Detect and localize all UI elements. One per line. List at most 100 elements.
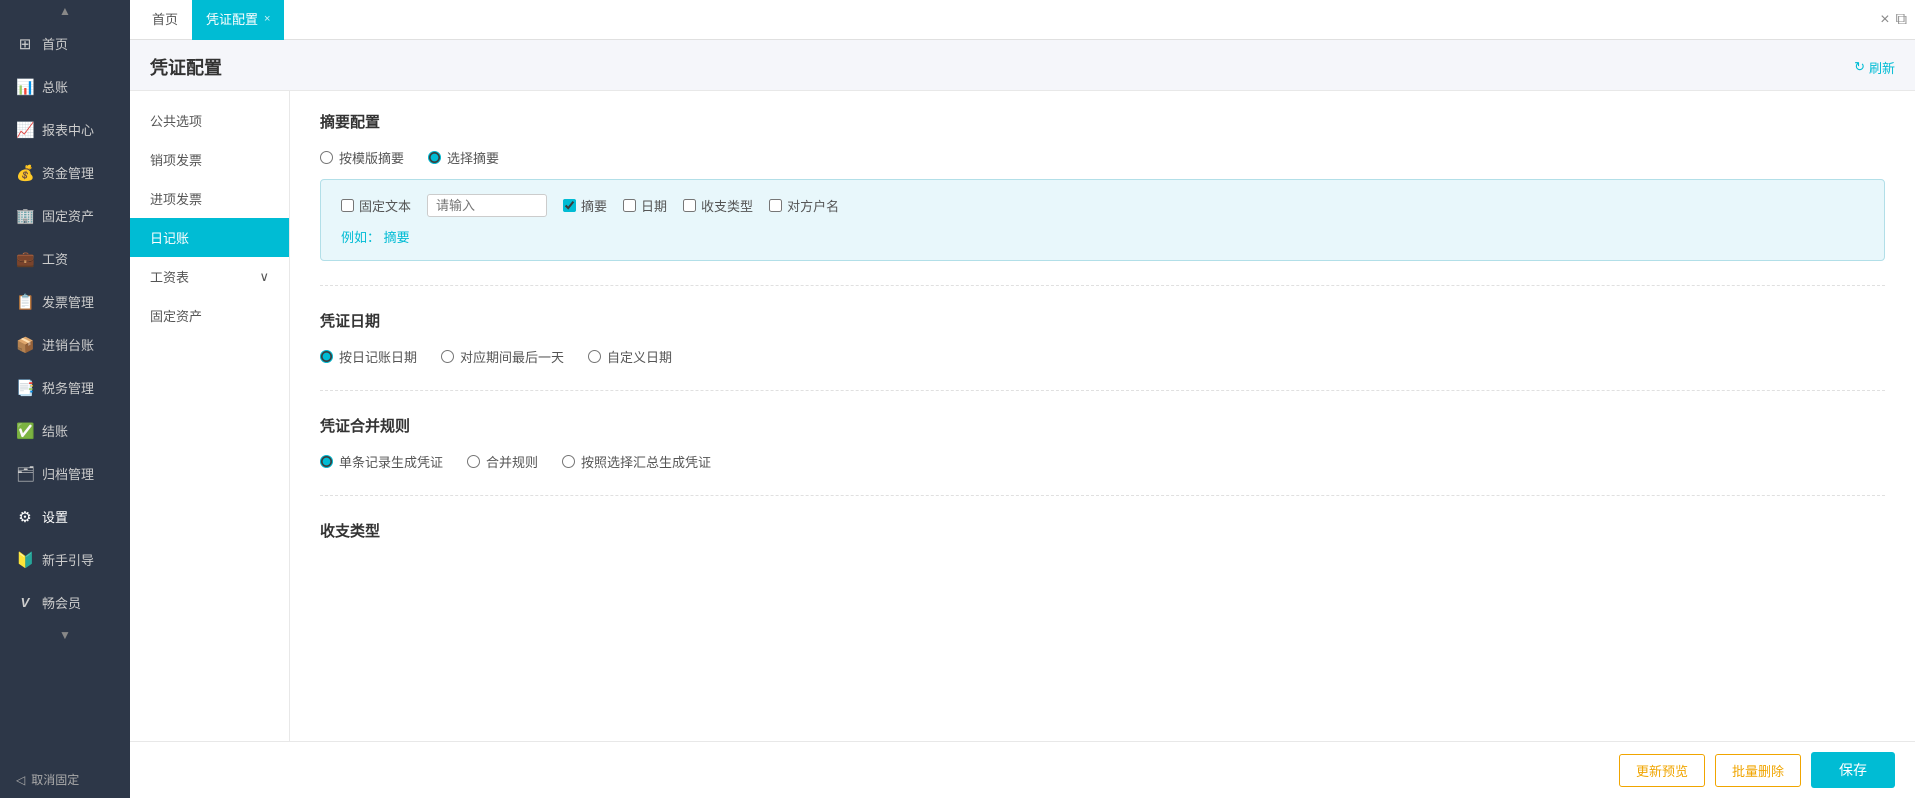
select-summary-merge-input[interactable] <box>562 455 575 468</box>
counterpart-checkbox[interactable]: 对方户名 <box>769 196 839 215</box>
tab-bar-actions: × ⧉ <box>1880 11 1907 29</box>
left-nav-label: 进项发票 <box>150 189 202 208</box>
select-summary-input[interactable] <box>428 151 441 164</box>
date-check-input[interactable] <box>623 199 636 212</box>
summary-checkboxes-row: 固定文本 摘要 日期 收支类型 <box>341 194 1864 217</box>
refresh-button[interactable]: ↻ 刷新 <box>1854 58 1895 77</box>
tab-bar: 首页 凭证配置 × × ⧉ <box>130 0 1915 40</box>
select-summary-merge-label: 按照选择汇总生成凭证 <box>581 452 711 471</box>
template-summary-input[interactable] <box>320 151 333 164</box>
income-type-checkbox[interactable]: 收支类型 <box>683 196 753 215</box>
tab-voucher-config[interactable]: 凭证配置 × <box>192 0 284 40</box>
home-icon: ⊞ <box>16 35 34 53</box>
left-nav-sales-invoice[interactable]: 销项发票 <box>130 140 289 179</box>
income-expense-section: 收支类型 <box>320 520 1885 581</box>
chart-icon: 📊 <box>16 78 34 96</box>
sidebar-scroll-down[interactable]: ▼ <box>0 624 130 646</box>
left-nav-journal[interactable]: 日记账 <box>130 218 289 257</box>
sidebar-item-reports[interactable]: 📈 报表中心 <box>0 108 130 151</box>
sidebar-item-label: 首页 <box>42 34 68 53</box>
sidebar-item-vip[interactable]: V 畅会员 <box>0 581 130 624</box>
custom-date-input[interactable] <box>588 350 601 363</box>
summary-config-box: 固定文本 摘要 日期 收支类型 <box>320 179 1885 261</box>
left-nav-public-options[interactable]: 公共选项 <box>130 101 289 140</box>
summary-checkbox[interactable]: 摘要 <box>563 196 607 215</box>
fixed-text-input[interactable] <box>341 199 354 212</box>
right-content: 摘要配置 按模版摘要 选择摘要 固定文本 <box>290 91 1915 741</box>
tab-home[interactable]: 首页 <box>138 0 192 40</box>
left-nav-label: 公共选项 <box>150 111 202 130</box>
by-journal-date-input[interactable] <box>320 350 333 363</box>
income-type-label: 收支类型 <box>701 196 753 215</box>
content-area: 公共选项 销项发票 进项发票 日记账 工资表 ∨ 固定资产 摘要配置 <box>130 91 1915 741</box>
batch-delete-button[interactable]: 批量删除 <box>1715 754 1801 787</box>
counterpart-label: 对方户名 <box>787 196 839 215</box>
summary-check-input[interactable] <box>563 199 576 212</box>
voucher-date-radio-group: 按日记账日期 对应期间最后一天 自定义日期 <box>320 347 1885 366</box>
left-nav-label: 固定资产 <box>150 306 202 325</box>
sidebar-scroll-up[interactable]: ▲ <box>0 0 130 22</box>
date-checkbox[interactable]: 日期 <box>623 196 667 215</box>
sidebar-item-archive[interactable]: 🗂 归档管理 <box>0 452 130 495</box>
tab-voucher-config-label: 凭证配置 <box>206 9 258 28</box>
fixed-text-checkbox[interactable]: 固定文本 <box>341 196 411 215</box>
last-day-period-label: 对应期间最后一天 <box>460 347 564 366</box>
update-preview-button[interactable]: 更新预览 <box>1619 754 1705 787</box>
save-button[interactable]: 保存 <box>1811 752 1895 788</box>
sidebar-item-label: 报表中心 <box>42 120 94 139</box>
select-summary-merge-radio[interactable]: 按照选择汇总生成凭证 <box>562 452 711 471</box>
sidebar-item-fixed-assets[interactable]: 🏢 固定资产 <box>0 194 130 237</box>
sidebar-item-settings[interactable]: ⚙ 设置 <box>0 495 130 538</box>
refresh-icon: ↻ <box>1854 59 1865 75</box>
template-summary-radio[interactable]: 按模版摘要 <box>320 148 404 167</box>
income-type-input[interactable] <box>683 199 696 212</box>
tab-close-icon[interactable]: × <box>264 13 270 25</box>
merge-rule-input[interactable] <box>467 455 480 468</box>
left-nav-label: 工资表 <box>150 267 189 286</box>
sidebar-item-tax[interactable]: 📑 税务管理 <box>0 366 130 409</box>
last-day-period-radio[interactable]: 对应期间最后一天 <box>441 347 564 366</box>
select-summary-radio[interactable]: 选择摘要 <box>428 148 499 167</box>
sidebar-item-payroll[interactable]: 💼 工资 <box>0 237 130 280</box>
sidebar-item-settlement[interactable]: ✅ 结账 <box>0 409 130 452</box>
unpin-label: 取消固定 <box>31 771 79 788</box>
custom-date-radio[interactable]: 自定义日期 <box>588 347 672 366</box>
sidebar-item-fund[interactable]: 💰 资金管理 <box>0 151 130 194</box>
window-close-icon[interactable]: × <box>1880 11 1889 29</box>
single-record-label: 单条记录生成凭证 <box>339 452 443 471</box>
left-nav-payroll-table[interactable]: 工资表 ∨ <box>130 257 289 296</box>
example-prefix: 例如： <box>341 230 380 245</box>
left-nav-fixed-assets[interactable]: 固定资产 <box>130 296 289 335</box>
refresh-label: 刷新 <box>1869 58 1895 77</box>
sidebar-item-invoice[interactable]: 📋 发票管理 <box>0 280 130 323</box>
summary-config-title: 摘要配置 <box>320 111 1885 132</box>
vip-icon: V <box>16 595 34 610</box>
sidebar-item-purchase-sales[interactable]: 📦 进销台账 <box>0 323 130 366</box>
left-nav-purchase-invoice[interactable]: 进项发票 <box>130 179 289 218</box>
single-record-radio[interactable]: 单条记录生成凭证 <box>320 452 443 471</box>
sidebar-item-general-ledger[interactable]: 📊 总账 <box>0 65 130 108</box>
sidebar-item-label: 畅会员 <box>42 593 81 612</box>
page-title: 凭证配置 <box>150 54 222 80</box>
window-resize-icon[interactable]: ⧉ <box>1896 11 1907 29</box>
sidebar-item-label: 固定资产 <box>42 206 94 225</box>
chevron-down-icon: ∨ <box>259 269 269 285</box>
last-day-period-input[interactable] <box>441 350 454 363</box>
page-header: 凭证配置 ↻ 刷新 <box>130 40 1915 91</box>
sidebar-unpin-button[interactable]: ◁ 取消固定 <box>0 761 130 798</box>
fund-icon: 💰 <box>16 164 34 182</box>
sidebar-item-guide[interactable]: 🔰 新手引导 <box>0 538 130 581</box>
payroll-icon: 💼 <box>16 250 34 268</box>
summary-label: 摘要 <box>581 196 607 215</box>
merge-rule-label: 合并规则 <box>486 452 538 471</box>
sidebar-item-home[interactable]: ⊞ 首页 <box>0 22 130 65</box>
single-record-input[interactable] <box>320 455 333 468</box>
merge-rule-radio[interactable]: 合并规则 <box>467 452 538 471</box>
counterpart-input[interactable] <box>769 199 782 212</box>
by-journal-date-radio[interactable]: 按日记账日期 <box>320 347 417 366</box>
fixed-text-field[interactable] <box>427 194 547 217</box>
archive-icon: 🗂 <box>16 465 34 483</box>
sidebar-item-label: 发票管理 <box>42 292 94 311</box>
template-summary-label: 按模版摘要 <box>339 148 404 167</box>
example-text: 例如： 摘要 <box>341 227 1864 246</box>
